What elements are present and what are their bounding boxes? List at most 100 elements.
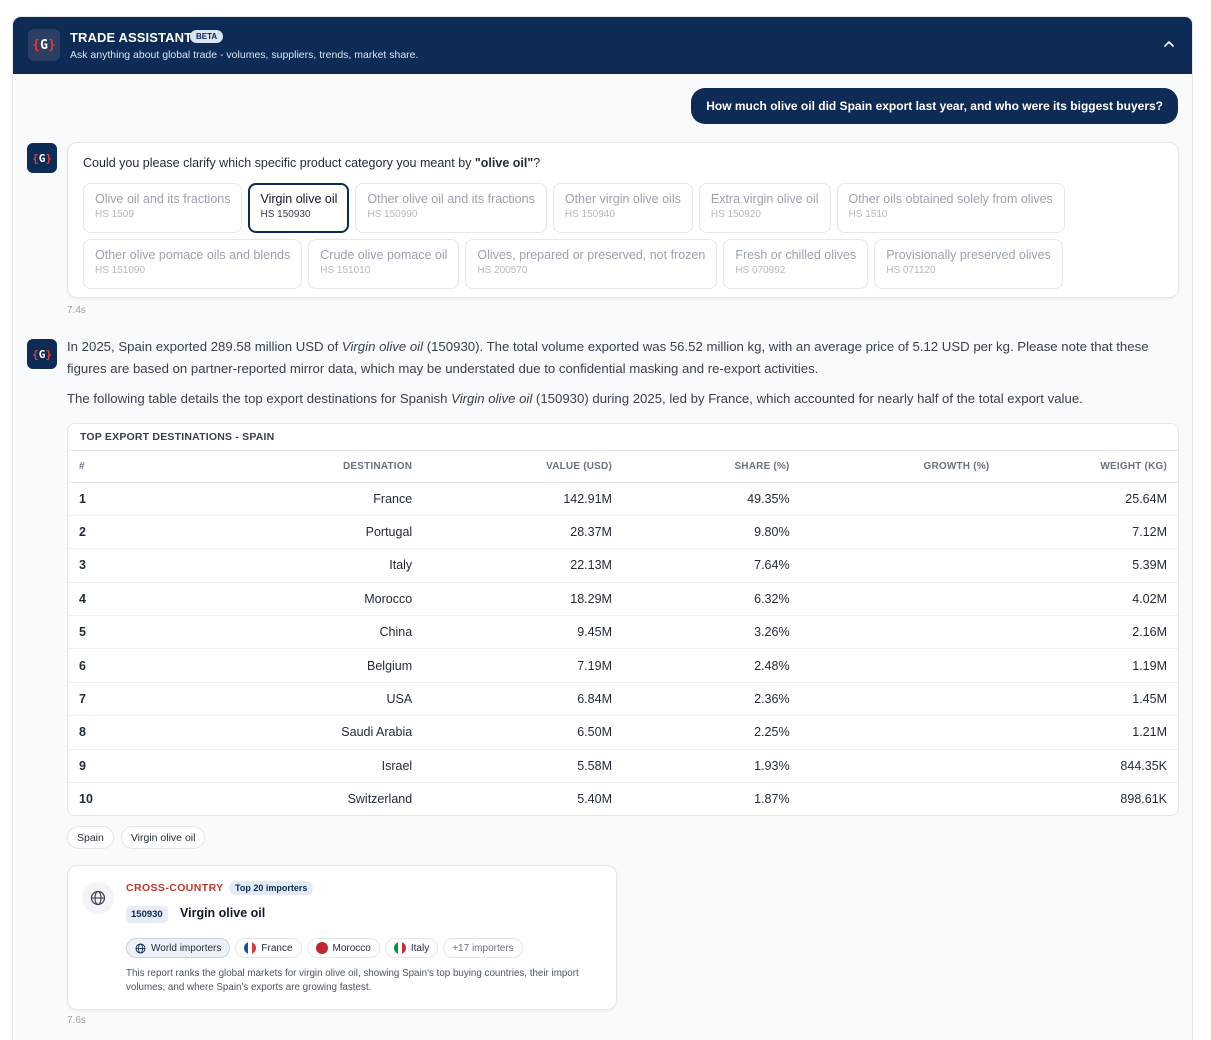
col-share-header[interactable]: SHARE (%): [622, 451, 801, 483]
category-option-label: Fresh or chilled olives: [735, 248, 857, 262]
col-value-cell: 28.37M: [423, 515, 623, 550]
col-weight-header[interactable]: WEIGHT (KG): [1000, 451, 1178, 483]
category-option-code: HS 070992: [735, 265, 786, 276]
col-weight-cell: 1.19M: [1000, 648, 1178, 683]
col-value-cell: 9.45M: [423, 615, 623, 650]
col-growth-cell: [800, 548, 1001, 583]
clarification-question: Could you please clarify which specific …: [83, 156, 541, 170]
report-card[interactable]: CROSS-COUNTRY Top 20 importers 150930 Vi…: [67, 865, 617, 1010]
category-option-label: Olives, prepared or preserved, not froze…: [477, 248, 706, 262]
category-option-label: Other virgin olive oils: [564, 192, 681, 206]
tag-product[interactable]: Virgin olive oil: [120, 826, 206, 849]
col-value-header[interactable]: VALUE (USD): [423, 451, 623, 483]
report-scope-badge: Top 20 importers: [229, 881, 314, 895]
col-destination-cell: USA: [167, 682, 424, 717]
chip-world-importers[interactable]: World importers: [126, 938, 231, 958]
category-option-label: Provisionally preserved olives: [886, 248, 1051, 262]
table-row: 5 China 9.45M 3.26% 2.16M: [68, 615, 1178, 650]
col-rank-cell: 9: [68, 749, 168, 784]
user-message-bubble: How much olive oil did Spain export last…: [691, 88, 1178, 124]
assistant-avatar-icon: {G}: [27, 339, 57, 369]
category-option-label: Virgin olive oil: [260, 192, 338, 206]
col-growth-cell: [800, 648, 1001, 683]
col-weight-cell: 2.16M: [1000, 615, 1178, 650]
col-growth-header[interactable]: GROWTH (%): [800, 451, 1001, 483]
category-option[interactable]: Extra virgin olive oil HS 150920: [698, 183, 831, 233]
col-rank-header[interactable]: #: [68, 451, 168, 483]
col-weight-cell: 5.39M: [1000, 548, 1178, 583]
category-option[interactable]: Other olive oil and its fractions HS 1509…: [355, 183, 547, 233]
report-type-label: CROSS-COUNTRY: [126, 882, 224, 894]
col-growth-cell: [800, 482, 1001, 516]
category-option-label: Olive oil and its fractions: [95, 192, 231, 206]
col-rank-cell: 8: [68, 715, 168, 750]
category-option[interactable]: Olive oil and its fractions HS 1509: [83, 183, 243, 233]
category-option[interactable]: Crude olive pomace oil HS 151010: [308, 239, 460, 289]
col-weight-cell: 1.45M: [1000, 682, 1178, 717]
category-option-label: Other olive oil and its fractions: [367, 192, 535, 206]
assistant-subtitle: Ask anything about global trade - volume…: [70, 49, 419, 61]
table-row: 10 Switzerland 5.40M 1.87% 898.61K: [68, 783, 1178, 815]
col-destination-cell: Italy: [167, 548, 424, 583]
chip-morocco[interactable]: Morocco: [306, 938, 380, 958]
tag-spain[interactable]: Spain: [67, 826, 114, 849]
flag-morocco-icon: [315, 942, 328, 954]
col-value-cell: 142.91M: [423, 482, 623, 516]
col-share-cell: 49.35%: [622, 482, 801, 516]
answer-paragraph-table-intro: The following table details the top expo…: [67, 391, 1083, 406]
chip-france[interactable]: France: [235, 938, 302, 958]
table-row: 3 Italy 22.13M 7.64% 5.39M: [68, 548, 1178, 583]
response-time: 7.6s: [67, 1015, 86, 1026]
col-destination-header[interactable]: DESTINATION: [167, 451, 424, 483]
category-option[interactable]: Provisionally preserved olives HS 071120: [874, 239, 1063, 289]
category-option-code: HS 151010: [320, 265, 371, 276]
table-row: 8 Saudi Arabia 6.50M 2.25% 1.21M: [68, 715, 1178, 750]
col-destination-cell: France: [167, 482, 424, 516]
table-row: 6 Belgium 7.19M 2.48% 1.19M: [68, 648, 1178, 683]
trade-assistant-panel: {G} TRADE ASSISTANT BETA Ask anything ab…: [12, 16, 1193, 1040]
col-destination-cell: Portugal: [167, 515, 424, 550]
category-option[interactable]: Other olive pomace oils and blends HS 151…: [83, 239, 303, 289]
col-weight-cell: 898.61K: [1120, 792, 1167, 807]
col-value-cell: 18.29M: [423, 582, 623, 617]
col-share-cell: 2.36%: [622, 682, 801, 717]
col-growth-cell: [800, 682, 1001, 717]
col-weight-cell: 4.02M: [1000, 582, 1178, 617]
col-weight-cell: 844.35K: [1000, 749, 1178, 784]
col-value-cell: 5.58M: [423, 749, 623, 784]
clarification-card: Could you please clarify which specific …: [67, 142, 1179, 298]
chip-italy[interactable]: Italy: [384, 938, 439, 958]
col-weight-cell: 25.64M: [1000, 482, 1178, 516]
col-rank-cell: 7: [68, 682, 168, 717]
col-share-cell: 6.32%: [622, 582, 801, 617]
category-options: Olive oil and its fractions HS 1509 Virgin…: [83, 183, 1173, 295]
category-option-selected[interactable]: Virgin olive oil HS 150930: [248, 183, 350, 233]
col-destination-cell: Saudi Arabia: [167, 715, 424, 750]
table-row: 1 France 142.91M 49.35% 25.64M: [68, 482, 1178, 516]
col-value-cell: 7.19M: [423, 648, 623, 683]
table-title: TOP EXPORT DESTINATIONS - SPAIN: [68, 424, 1178, 451]
col-growth-cell: [801, 783, 1001, 815]
beta-badge: BETA: [190, 30, 224, 43]
assistant-avatar-icon: {G}: [27, 143, 57, 173]
category-option[interactable]: Other virgin olive oils HS 150940: [552, 183, 693, 233]
response-time: 7.4s: [67, 305, 86, 316]
chip-more-importers[interactable]: +17 importers: [443, 938, 523, 958]
category-option[interactable]: Other oils obtained solely from olives HS…: [836, 183, 1065, 233]
chevron-up-icon[interactable]: [1162, 37, 1176, 51]
category-option-code: HS 1510: [848, 209, 888, 220]
category-option[interactable]: Fresh or chilled olives HS 070992: [723, 239, 869, 289]
col-share-cell: 2.25%: [622, 715, 801, 750]
col-value-cell: 6.84M: [423, 682, 623, 717]
globe-icon: [135, 943, 146, 953]
col-share-cell: 9.80%: [622, 515, 801, 550]
category-option-code: HS 150940: [564, 209, 615, 220]
category-option-label: Other olive pomace oils and blends: [95, 248, 291, 262]
col-value-cell: 22.13M: [423, 548, 623, 583]
category-option[interactable]: Olives, prepared or preserved, not froze…: [465, 239, 718, 289]
context-tags: Spain Virgin olive oil: [67, 826, 206, 849]
col-growth-cell: [800, 582, 1001, 617]
category-option-code: HS 150920: [710, 209, 761, 220]
col-destination-cell: Israel: [167, 749, 424, 784]
table-row: 7 USA 6.84M 2.36% 1.45M: [68, 682, 1178, 717]
